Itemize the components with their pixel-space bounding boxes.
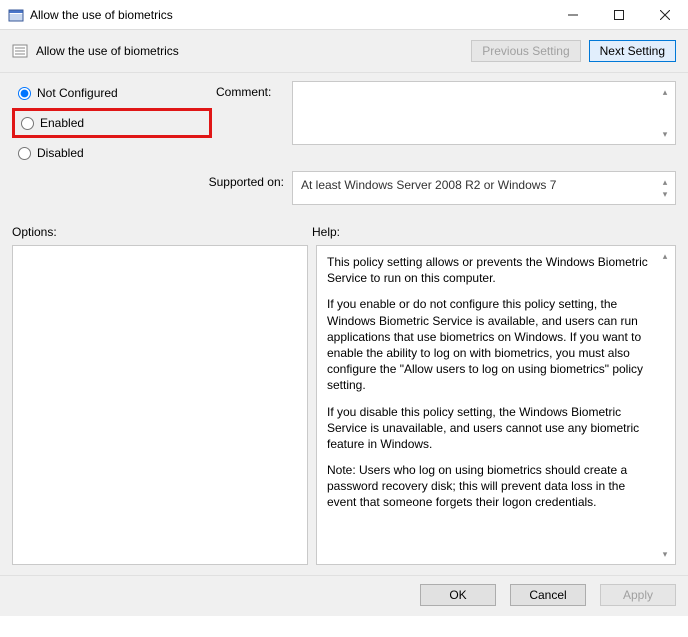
radio-not-configured-input[interactable] <box>18 87 31 100</box>
window-title: Allow the use of biometrics <box>30 8 550 22</box>
pane-labels: Options: Help: <box>0 205 688 245</box>
policy-title: Allow the use of biometrics <box>36 44 463 58</box>
policy-icon <box>12 43 28 59</box>
app-icon <box>8 7 24 23</box>
footer: OK Cancel Apply <box>0 575 688 616</box>
comment-label: Comment: <box>216 81 288 99</box>
scroll-down-icon[interactable]: ▾ <box>657 186 673 202</box>
supported-on-label: Supported on: <box>209 171 288 189</box>
scroll-up-icon[interactable]: ▴ <box>657 248 673 264</box>
radio-enabled-label: Enabled <box>40 116 84 130</box>
radio-not-configured-label: Not Configured <box>37 86 118 100</box>
radio-not-configured[interactable]: Not Configured <box>12 81 212 105</box>
maximize-button[interactable] <box>596 0 642 30</box>
supported-on-value: At least Windows Server 2008 R2 or Windo… <box>301 178 556 192</box>
radio-disabled-label: Disabled <box>37 146 84 160</box>
apply-button: Apply <box>600 584 676 606</box>
cancel-button[interactable]: Cancel <box>510 584 586 606</box>
state-radio-group: Not Configured Enabled Disabled <box>12 81 212 165</box>
next-setting-button[interactable]: Next Setting <box>589 40 676 62</box>
previous-setting-button: Previous Setting <box>471 40 580 62</box>
help-label: Help: <box>312 225 676 239</box>
help-paragraph: This policy setting allows or prevents t… <box>327 254 653 286</box>
radio-disabled-input[interactable] <box>18 147 31 160</box>
options-pane <box>12 245 308 565</box>
titlebar: Allow the use of biometrics <box>0 0 688 30</box>
help-paragraph: Note: Users who log on using biometrics … <box>327 462 653 511</box>
scroll-down-icon[interactable]: ▾ <box>657 546 673 562</box>
panes: This policy setting allows or prevents t… <box>0 245 688 575</box>
highlight-enabled: Enabled <box>12 108 212 138</box>
window-controls <box>550 0 688 30</box>
supported-on-box: At least Windows Server 2008 R2 or Windo… <box>292 171 676 205</box>
scroll-up-icon[interactable]: ▴ <box>657 84 673 100</box>
help-paragraph: If you enable or do not configure this p… <box>327 296 653 393</box>
close-button[interactable] <box>642 0 688 30</box>
radio-enabled[interactable]: Enabled <box>18 113 206 133</box>
minimize-button[interactable] <box>550 0 596 30</box>
help-paragraph: If you disable this policy setting, the … <box>327 404 653 453</box>
header: Allow the use of biometrics Previous Set… <box>0 30 688 73</box>
radio-enabled-input[interactable] <box>21 117 34 130</box>
options-label: Options: <box>12 225 312 239</box>
radio-disabled[interactable]: Disabled <box>12 141 212 165</box>
ok-button[interactable]: OK <box>420 584 496 606</box>
main-content: Not Configured Enabled Disabled Comment:… <box>0 73 688 205</box>
scroll-down-icon[interactable]: ▾ <box>657 126 673 142</box>
comment-textarea[interactable]: ▴ ▾ <box>292 81 676 145</box>
help-pane: This policy setting allows or prevents t… <box>316 245 676 565</box>
